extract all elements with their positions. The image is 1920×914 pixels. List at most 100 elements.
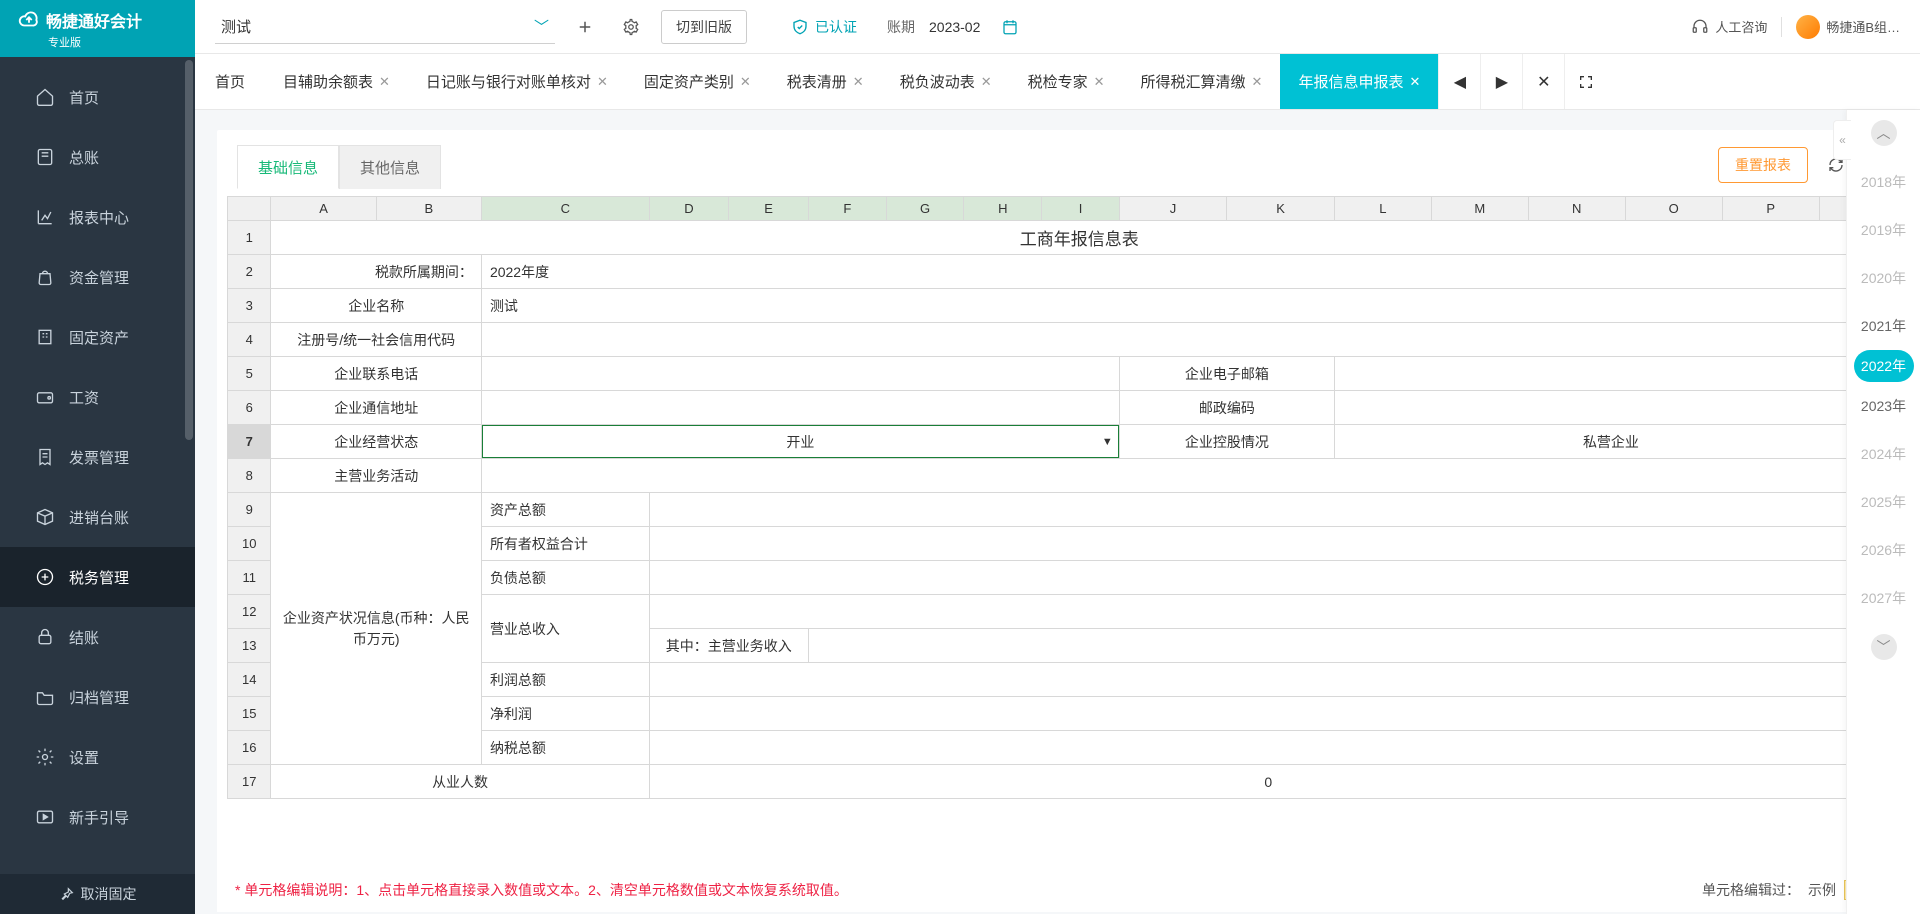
rowhead[interactable]: 17 xyxy=(228,765,271,799)
sidebar-unpin[interactable]: 取消固定 xyxy=(0,874,195,914)
year-2024[interactable]: 2024年 xyxy=(1854,430,1914,478)
verified-badge[interactable]: 已认证 xyxy=(791,17,857,37)
tab-annualreport[interactable]: 年报信息申报表✕ xyxy=(1280,54,1438,109)
cell-label[interactable]: 企业联系电话 xyxy=(271,357,481,391)
cell-value[interactable] xyxy=(649,663,1887,697)
year-2021[interactable]: 2021年 xyxy=(1854,302,1914,350)
colhead-N[interactable]: N xyxy=(1528,197,1625,221)
cell-value[interactable] xyxy=(649,561,1887,595)
cell-value[interactable]: 2022年度 xyxy=(481,255,1887,289)
subtab-other[interactable]: 其他信息 xyxy=(339,145,441,189)
rowhead[interactable]: 2 xyxy=(228,255,271,289)
rowhead[interactable]: 10 xyxy=(228,527,271,561)
rowhead[interactable]: 8 xyxy=(228,459,271,493)
sidebar-item-archive[interactable]: 归档管理 xyxy=(0,667,195,727)
cell-value[interactable] xyxy=(649,493,1887,527)
rowhead[interactable]: 16 xyxy=(228,731,271,765)
rowhead[interactable]: 9 xyxy=(228,493,271,527)
dropdown-caret-icon[interactable]: ▼ xyxy=(1102,436,1113,448)
colhead-L[interactable]: L xyxy=(1334,197,1431,221)
subtab-basic[interactable]: 基础信息 xyxy=(237,145,339,189)
rowhead[interactable]: 12 xyxy=(228,595,271,629)
cell-label[interactable]: 主营业务活动 xyxy=(271,459,481,493)
colhead-D[interactable]: D xyxy=(649,197,729,221)
cell-value[interactable] xyxy=(1334,357,1887,391)
cell-label[interactable]: 企业经营状态 xyxy=(271,425,481,459)
colhead-I[interactable]: I xyxy=(1042,197,1120,221)
select-all-corner[interactable] xyxy=(228,197,271,221)
sidebar-item-funds[interactable]: 资金管理 xyxy=(0,247,195,307)
close-icon[interactable]: ✕ xyxy=(1252,74,1263,90)
sheet-title[interactable]: 工商年报信息表 xyxy=(271,221,1888,255)
cell-value[interactable] xyxy=(481,323,1887,357)
switch-old-version[interactable]: 切到旧版 xyxy=(661,10,747,44)
collapse-rail-button[interactable]: « xyxy=(1833,120,1851,160)
rowhead[interactable]: 5 xyxy=(228,357,271,391)
cell-label[interactable]: 注册号/统一社会信用代码 xyxy=(271,323,481,357)
cell-label[interactable]: 资产总额 xyxy=(481,493,649,527)
cell-label[interactable]: 企业电子邮箱 xyxy=(1119,357,1334,391)
sheet-table[interactable]: A B C D E F G H I J K L M N O P Q xyxy=(227,196,1888,799)
cell-label[interactable]: 税款所属期间： xyxy=(271,255,481,289)
close-icon[interactable]: ✕ xyxy=(981,74,992,90)
rowhead[interactable]: 6 xyxy=(228,391,271,425)
sidebar-item-inventory[interactable]: 进销台账 xyxy=(0,487,195,547)
sidebar-item-invoice[interactable]: 发票管理 xyxy=(0,427,195,487)
rowhead[interactable]: 1 xyxy=(228,221,271,255)
year-2019[interactable]: 2019年 xyxy=(1854,206,1914,254)
reset-report-button[interactable]: 重置报表 xyxy=(1718,147,1808,183)
colhead-C[interactable]: C xyxy=(481,197,649,221)
cell-value[interactable] xyxy=(481,391,1119,425)
cell-label[interactable]: 所有者权益合计 xyxy=(481,527,649,561)
colhead-B[interactable]: B xyxy=(376,197,481,221)
sidebar-item-guide[interactable]: 新手引导 xyxy=(0,787,195,847)
cell-label[interactable]: 净利润 xyxy=(481,697,649,731)
years-up-button[interactable]: ︿ xyxy=(1871,120,1897,146)
cell-value[interactable] xyxy=(649,527,1887,561)
tabs-scroll-left[interactable]: ◀ xyxy=(1438,54,1480,109)
cell-label[interactable]: 企业通信地址 xyxy=(271,391,481,425)
sidebar-item-salary[interactable]: 工资 xyxy=(0,367,195,427)
cell-label[interactable]: 利润总额 xyxy=(481,663,649,697)
rowhead[interactable]: 13 xyxy=(228,629,271,663)
cell-value[interactable] xyxy=(481,357,1119,391)
sidebar-item-home[interactable]: 首页 xyxy=(0,67,195,127)
cell-value[interactable]: 私营企业 xyxy=(1334,425,1887,459)
tab-bankrec[interactable]: 日记账与银行对账单核对✕ xyxy=(408,54,626,109)
group-label[interactable]: 企业资产状况信息(币种：人民币万元) xyxy=(271,493,481,765)
year-2027[interactable]: 2027年 xyxy=(1854,574,1914,622)
rowhead[interactable]: 11 xyxy=(228,561,271,595)
cell-label[interactable]: 邮政编码 xyxy=(1119,391,1334,425)
colhead-M[interactable]: M xyxy=(1431,197,1528,221)
rowhead[interactable]: 15 xyxy=(228,697,271,731)
colhead-O[interactable]: O xyxy=(1625,197,1722,221)
sidebar-scrollbar-thumb[interactable] xyxy=(185,60,193,440)
close-icon[interactable]: ✕ xyxy=(379,74,390,90)
cell-label[interactable]: 其中：主营业务收入 xyxy=(649,629,808,663)
rowhead[interactable]: 14 xyxy=(228,663,271,697)
cell-label[interactable]: 企业名称 xyxy=(271,289,481,323)
tab-balance[interactable]: 目辅助余额表✕ xyxy=(265,54,408,109)
rowhead[interactable]: 3 xyxy=(228,289,271,323)
cell-label[interactable]: 营业总收入 xyxy=(481,595,649,663)
close-icon[interactable]: ✕ xyxy=(853,74,864,90)
cell-label[interactable]: 负债总额 xyxy=(481,561,649,595)
colhead-E[interactable]: E xyxy=(729,197,809,221)
cell-value[interactable]: 测试 xyxy=(481,289,1887,323)
user-menu[interactable]: 畅捷通B组… xyxy=(1796,15,1900,39)
close-icon[interactable]: ✕ xyxy=(597,74,608,90)
support-link[interactable]: 人工咨询 xyxy=(1691,17,1767,36)
year-2022[interactable]: 2022年 xyxy=(1854,350,1914,382)
cell-value[interactable]: 0 xyxy=(649,765,1887,799)
tab-incometax[interactable]: 所得税汇算清缴✕ xyxy=(1123,54,1281,109)
sidebar-item-ledger[interactable]: 总账 xyxy=(0,127,195,187)
sidebar-item-close[interactable]: 结账 xyxy=(0,607,195,667)
year-2023[interactable]: 2023年 xyxy=(1854,382,1914,430)
colhead-J[interactable]: J xyxy=(1119,197,1227,221)
cell-value[interactable] xyxy=(649,731,1887,765)
year-2026[interactable]: 2026年 xyxy=(1854,526,1914,574)
cell-label[interactable]: 纳税总额 xyxy=(481,731,649,765)
colhead-P[interactable]: P xyxy=(1722,197,1819,221)
cell-label[interactable]: 企业控股情况 xyxy=(1119,425,1334,459)
fullscreen-button[interactable] xyxy=(1564,54,1606,109)
